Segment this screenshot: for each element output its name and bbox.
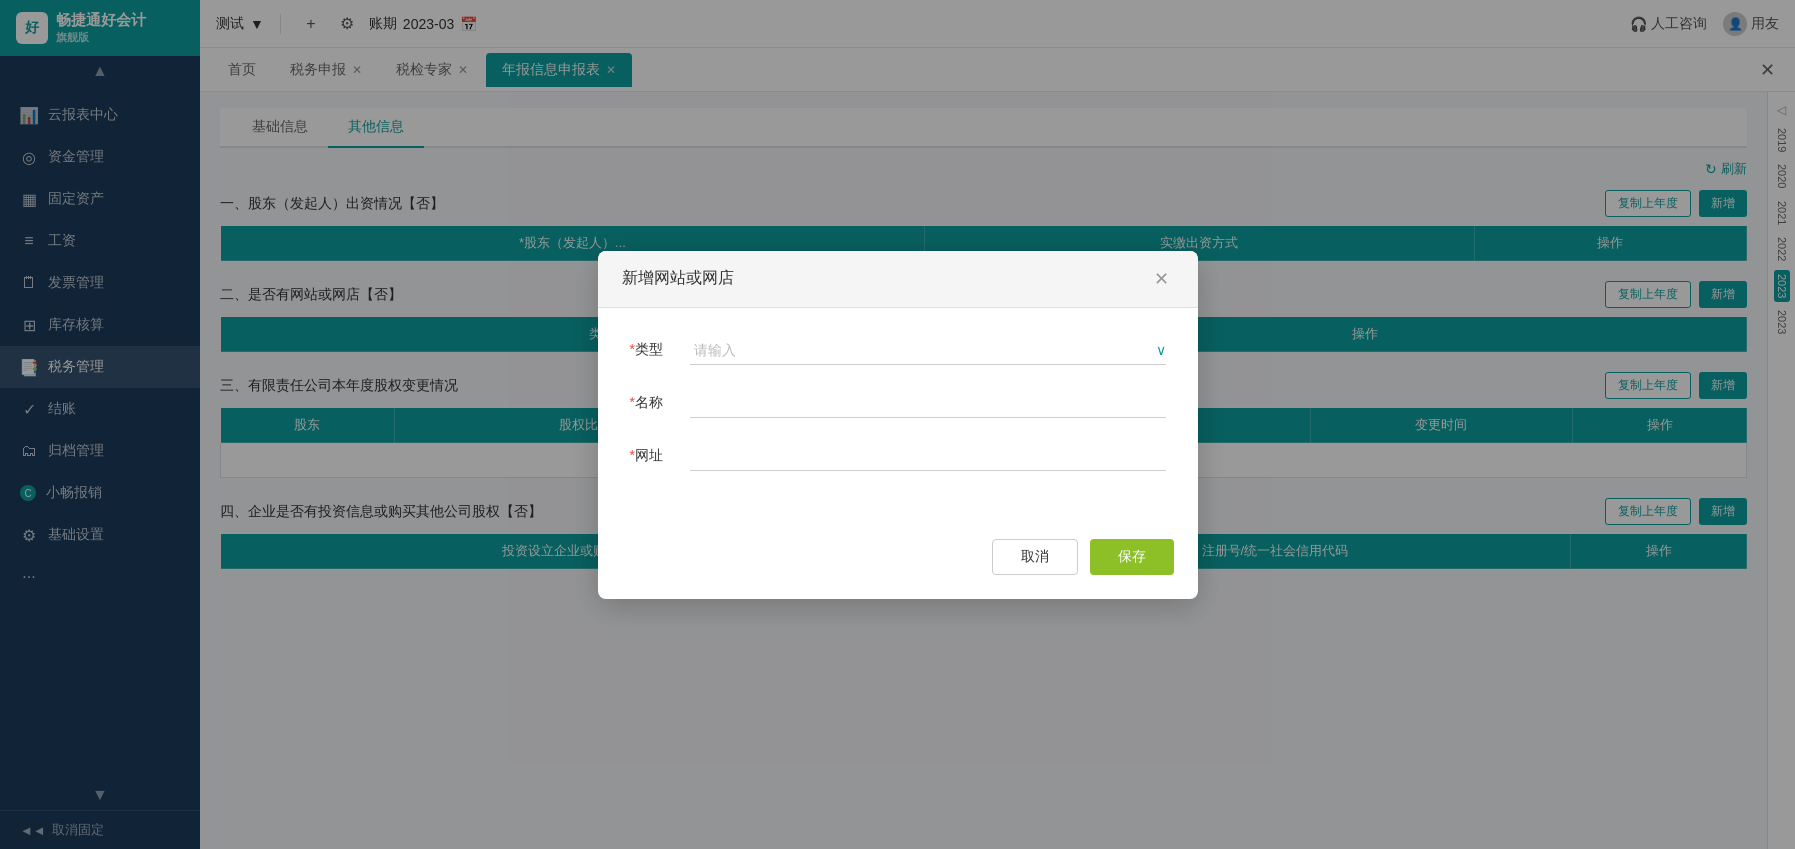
url-required-mark: * — [630, 447, 635, 463]
type-input[interactable] — [690, 340, 1156, 360]
type-input-wrap: ∨ — [690, 336, 1166, 365]
dialog-header: 新增网站或网店 ✕ — [598, 251, 1198, 308]
type-label: *类型 — [630, 341, 690, 359]
name-input[interactable] — [690, 393, 1166, 413]
cancel-button[interactable]: 取消 — [992, 539, 1078, 575]
type-required-mark: * — [630, 341, 635, 357]
save-button[interactable]: 保存 — [1090, 539, 1174, 575]
form-row-name: *名称 — [630, 389, 1166, 418]
form-row-type: *类型 ∨ — [630, 336, 1166, 365]
name-label: *名称 — [630, 394, 690, 412]
dialog-title: 新增网站或网店 — [622, 268, 734, 289]
name-required-mark: * — [630, 394, 635, 410]
dialog-close-button[interactable]: ✕ — [1150, 267, 1174, 291]
add-website-dialog: 新增网站或网店 ✕ *类型 ∨ *名称 — [598, 251, 1198, 599]
type-dropdown-arrow[interactable]: ∨ — [1156, 342, 1166, 358]
dialog-overlay[interactable]: 新增网站或网店 ✕ *类型 ∨ *名称 — [0, 0, 1795, 849]
form-row-url: *网址 — [630, 442, 1166, 471]
url-label: *网址 — [630, 447, 690, 465]
name-input-wrap — [690, 389, 1166, 418]
dialog-body: *类型 ∨ *名称 *网址 — [598, 308, 1198, 523]
url-input-wrap — [690, 442, 1166, 471]
url-input[interactable] — [690, 446, 1166, 466]
dialog-footer: 取消 保存 — [598, 523, 1198, 599]
